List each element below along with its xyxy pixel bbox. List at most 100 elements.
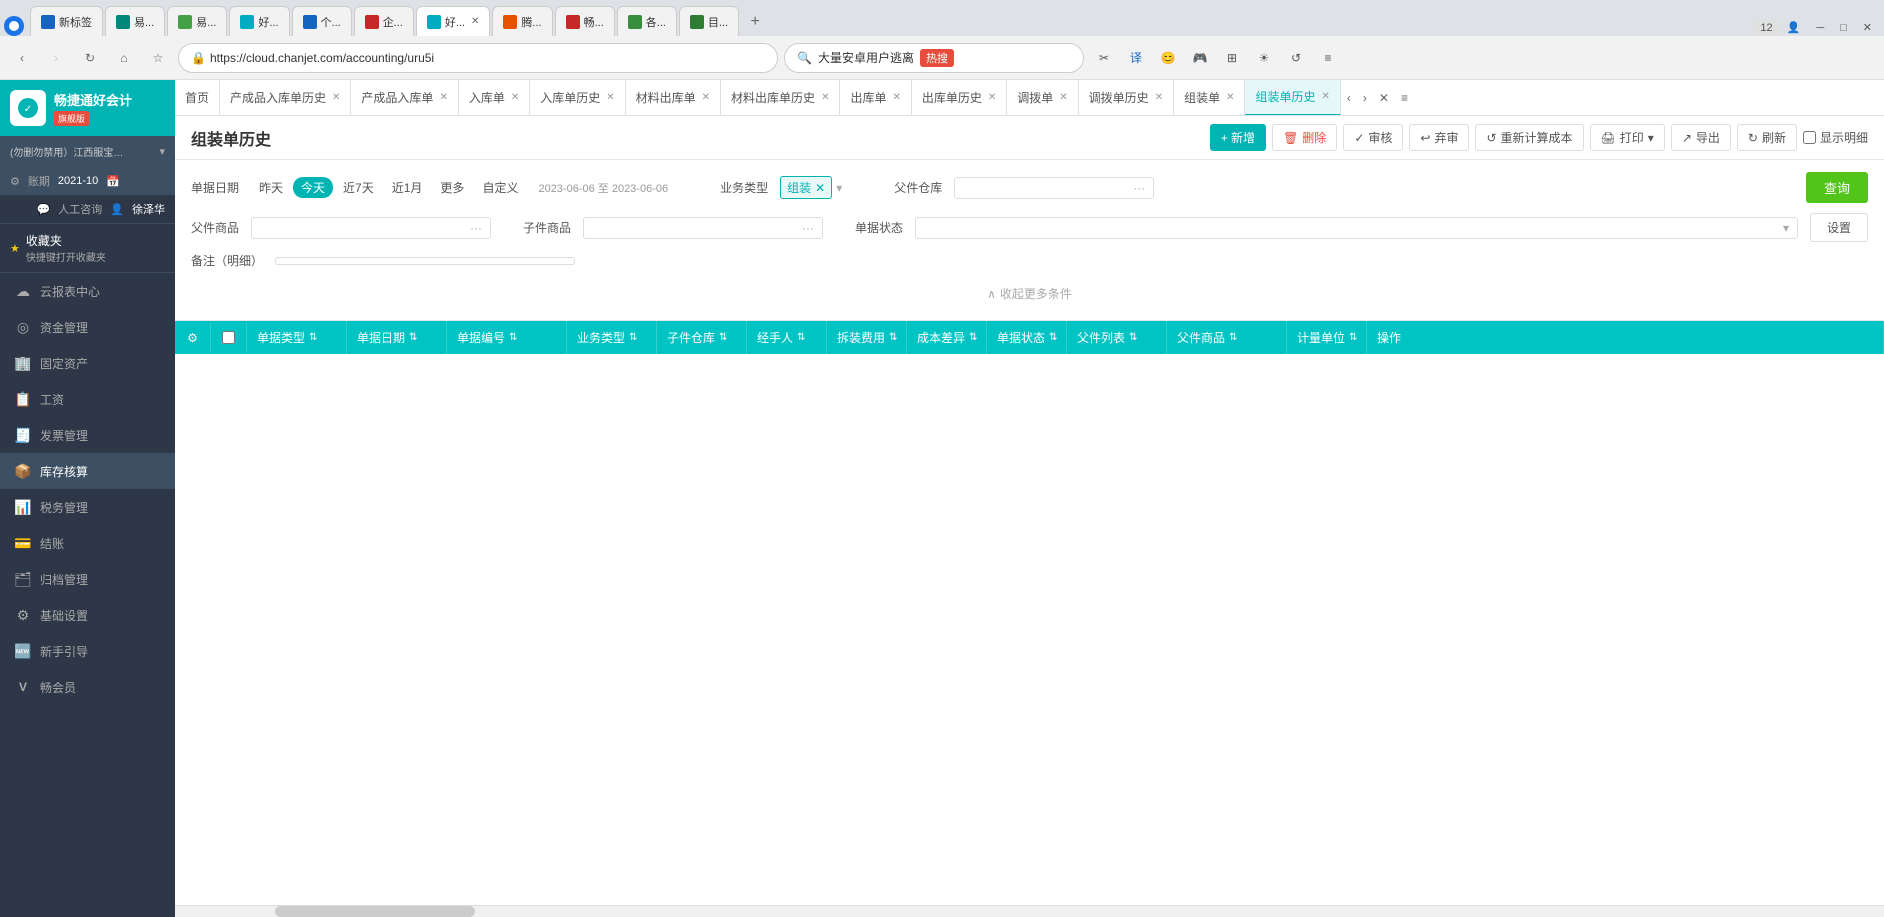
col-cost-diff[interactable]: 成本差异 ⇅ xyxy=(907,321,987,354)
col-parent-list[interactable]: 父件列表 ⇅ xyxy=(1067,321,1167,354)
parent-goods-input[interactable]: ··· xyxy=(251,217,491,239)
col-checkbox[interactable] xyxy=(211,323,247,352)
col-child-warehouse[interactable]: 子件仓库 ⇅ xyxy=(657,321,747,354)
print-button[interactable]: 🖨 打印 ▾ xyxy=(1590,124,1665,151)
browser-tab-5[interactable]: 个... xyxy=(292,6,352,36)
app-tab-close-out[interactable]: ✕ xyxy=(892,92,900,103)
col-settings[interactable]: ⚙ xyxy=(175,323,211,353)
col-unit[interactable]: 计量单位 ⇅ xyxy=(1287,321,1367,354)
date-btn-yesterday[interactable]: 昨天 xyxy=(251,177,291,198)
app-tab-home[interactable]: 首页 xyxy=(175,80,220,116)
export-button[interactable]: ↗ 导出 xyxy=(1671,124,1731,151)
menu-icon[interactable]: ≡ xyxy=(1314,44,1342,72)
horizontal-scrollbar[interactable] xyxy=(175,905,1884,917)
app-tab-prod-in[interactable]: 产成品入库单 ✕ xyxy=(351,80,458,116)
game-icon[interactable]: 🎮 xyxy=(1186,44,1214,72)
app-tab-in-hist[interactable]: 入库单历史 ✕ xyxy=(530,80,625,116)
app-tab-mat-out-hist[interactable]: 材料出库单历史 ✕ xyxy=(721,80,840,116)
app-tab-close-pack-hist[interactable]: ✕ xyxy=(1322,91,1330,102)
tab-close-all[interactable]: ✕ xyxy=(1373,91,1395,105)
tab-scroll-right[interactable]: › xyxy=(1357,91,1373,105)
child-goods-input[interactable]: ··· xyxy=(583,217,823,239)
date-btn-1month[interactable]: 近1月 xyxy=(384,177,431,198)
browser-tab-11[interactable]: 目... xyxy=(679,6,739,36)
app-tab-mat-out[interactable]: 材料出库单 ✕ xyxy=(626,80,721,116)
app-tab-close-mat-out[interactable]: ✕ xyxy=(702,92,710,103)
grid-icon[interactable]: ⊞ xyxy=(1218,44,1246,72)
company-selector[interactable]: (勿删勿禁用）江西服宝测试专用 ▾ xyxy=(0,136,175,167)
col-disasm-fee[interactable]: 拆装费用 ⇅ xyxy=(827,321,907,354)
tab-scroll-left[interactable]: ‹ xyxy=(1341,91,1357,105)
date-btn-7days[interactable]: 近7天 xyxy=(335,177,382,198)
app-tab-close-assemble[interactable]: ✕ xyxy=(1059,92,1067,103)
close-button[interactable]: ✕ xyxy=(1855,19,1880,36)
abandon-button[interactable]: ↩ 弃审 xyxy=(1409,124,1469,151)
col-bill-type[interactable]: 单据类型 ⇅ xyxy=(247,321,347,354)
parent-warehouse-input[interactable]: ··· xyxy=(954,177,1154,199)
browser-tab-3[interactable]: 易... xyxy=(167,6,227,36)
tab-menu[interactable]: ≡ xyxy=(1395,91,1414,105)
app-tab-out[interactable]: 出库单 ✕ xyxy=(840,80,911,116)
collapse-bar[interactable]: ∧ 收起更多条件 xyxy=(191,279,1868,308)
biz-type-dropdown-icon[interactable]: ▾ xyxy=(836,181,842,195)
sidebar-item-payroll[interactable]: 📋 工资 xyxy=(0,381,175,417)
review-button[interactable]: ✓ 审核 xyxy=(1343,124,1403,151)
sidebar-item-cloud-report[interactable]: ☁ 云报表中心 xyxy=(0,273,175,309)
home-button[interactable]: ⌂ xyxy=(110,44,138,72)
app-tab-close-in-order[interactable]: ✕ xyxy=(511,92,519,103)
browser-tab-10[interactable]: 各... xyxy=(617,6,677,36)
date-btn-custom[interactable]: 自定义 xyxy=(474,177,526,198)
browser-tab-1[interactable]: 新标签 xyxy=(30,6,103,36)
app-tab-pack-hist[interactable]: 组装单历史 ✕ xyxy=(1245,80,1340,116)
browser-tab-6[interactable]: 企... xyxy=(354,6,414,36)
browser-tab-8[interactable]: 腾... xyxy=(492,6,552,36)
col-parent-goods[interactable]: 父件商品 ⇅ xyxy=(1167,321,1287,354)
select-all-checkbox[interactable] xyxy=(222,331,235,344)
col-bill-no[interactable]: 单据编号 ⇅ xyxy=(447,321,567,354)
brightness-icon[interactable]: ☀ xyxy=(1250,44,1278,72)
app-tab-assemble-hist[interactable]: 调拨单历史 ✕ xyxy=(1079,80,1174,116)
browser-tab-close-7[interactable]: ✕ xyxy=(471,16,479,27)
url-input[interactable]: 🔒 https://cloud.chanjet.com/accounting/u… xyxy=(178,43,778,73)
date-btn-more[interactable]: 更多 xyxy=(432,177,472,198)
show-detail-checkbox[interactable] xyxy=(1803,131,1816,144)
sidebar-item-guide[interactable]: 🆕 新手引导 xyxy=(0,633,175,669)
app-tab-close-pack[interactable]: ✕ xyxy=(1226,92,1234,103)
app-tab-close-in-hist[interactable]: ✕ xyxy=(606,92,614,103)
scrollbar-thumb[interactable] xyxy=(275,906,475,917)
app-tab-close-mat-out-hist[interactable]: ✕ xyxy=(821,92,829,103)
app-tab-close-assemble-hist[interactable]: ✕ xyxy=(1155,92,1163,103)
col-handler[interactable]: 经手人 ⇅ xyxy=(747,321,827,354)
recalc-button[interactable]: ↺ 重新计算成本 xyxy=(1475,124,1583,151)
sidebar-item-fixed-assets[interactable]: 🏢 固定资产 xyxy=(0,345,175,381)
app-tab-close-out-hist[interactable]: ✕ xyxy=(988,92,996,103)
app-tab-close-prod-in-hist[interactable]: ✕ xyxy=(332,92,340,103)
app-tab-pack[interactable]: 组装单 ✕ xyxy=(1174,80,1245,116)
sidebar-item-tax[interactable]: 📊 税务管理 xyxy=(0,489,175,525)
col-bill-date[interactable]: 单据日期 ⇅ xyxy=(347,321,447,354)
app-tab-assemble[interactable]: 调拨单 ✕ xyxy=(1007,80,1078,116)
remark-input[interactable] xyxy=(275,257,575,265)
show-detail-label[interactable]: 显示明细 xyxy=(1803,129,1868,146)
sidebar-item-archive[interactable]: 🗂 归档管理 xyxy=(0,561,175,597)
new-tab-button[interactable]: + xyxy=(741,8,769,36)
sidebar-item-invoice[interactable]: 🧾 发票管理 xyxy=(0,417,175,453)
query-button[interactable]: 查询 xyxy=(1806,172,1868,203)
maximize-button[interactable]: □ xyxy=(1832,20,1855,36)
sidebar-item-member[interactable]: V 畅会员 xyxy=(0,669,175,705)
app-tab-close-prod-in[interactable]: ✕ xyxy=(439,92,447,103)
bookmark-button[interactable]: ☆ xyxy=(144,44,172,72)
sidebar-item-inventory[interactable]: 📦 库存核算 xyxy=(0,453,175,489)
minimize-button[interactable]: ─ xyxy=(1808,20,1832,36)
app-tab-out-hist[interactable]: 出库单历史 ✕ xyxy=(912,80,1007,116)
browser-tab-4[interactable]: 好... xyxy=(229,6,289,36)
forward-button[interactable]: › xyxy=(42,44,70,72)
undo-icon[interactable]: ↺ xyxy=(1282,44,1310,72)
emoji-icon[interactable]: 😊 xyxy=(1154,44,1182,72)
browser-tab-7[interactable]: 好... ✕ xyxy=(416,6,491,36)
refresh-button[interactable]: ↻ 刷新 xyxy=(1737,124,1797,151)
col-bill-status[interactable]: 单据状态 ⇅ xyxy=(987,321,1067,354)
browser-tab-2[interactable]: 易... xyxy=(105,6,165,36)
app-tab-prod-in-hist[interactable]: 产成品入库单历史 ✕ xyxy=(220,80,351,116)
scissors-icon[interactable]: ✂ xyxy=(1090,44,1118,72)
